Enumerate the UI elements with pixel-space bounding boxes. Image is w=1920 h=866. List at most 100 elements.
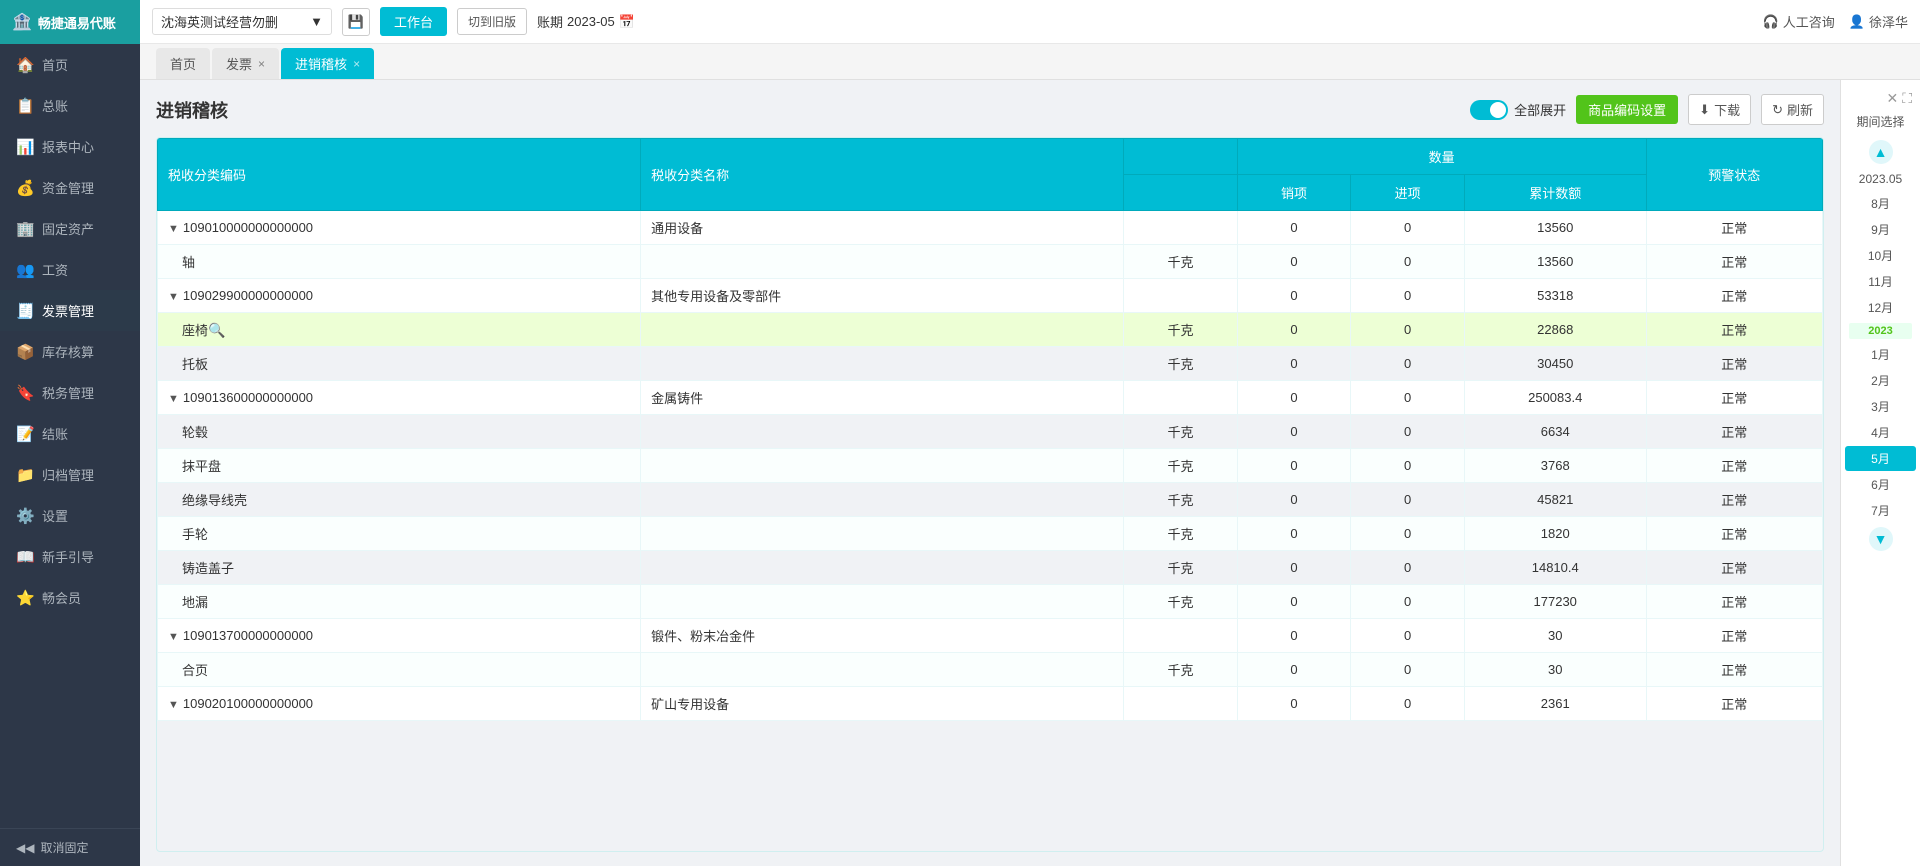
- row-jin: 0: [1351, 687, 1465, 721]
- row-unit: [1124, 279, 1238, 313]
- table-row[interactable]: ▼109020100000000000 矿山专用设备 0 0 2361 正常: [158, 687, 1823, 721]
- col-header-unit: [1124, 139, 1238, 175]
- expand-icon[interactable]: ▼: [168, 393, 179, 405]
- col-header-code: 税收分类编码: [158, 139, 641, 211]
- download-button[interactable]: ⬇ 下载: [1688, 94, 1751, 125]
- table-row[interactable]: 座椅🔍 千克 0 0 22868 正常: [158, 313, 1823, 347]
- close-icon[interactable]: ✕: [1886, 90, 1898, 107]
- table-row[interactable]: 手轮 千克 0 0 1820 正常: [158, 517, 1823, 551]
- period-item-12[interactable]: 12月: [1845, 295, 1916, 320]
- table-row[interactable]: 合页 千克 0 0 30 正常: [158, 653, 1823, 687]
- row-jin: 0: [1351, 381, 1465, 415]
- period-item-10[interactable]: 10月: [1845, 243, 1916, 268]
- chevron-down-btn[interactable]: ▼: [1869, 527, 1893, 551]
- product-code-button[interactable]: 商品编码设置: [1576, 95, 1678, 124]
- support-button[interactable]: 🎧 人工咨询: [1763, 12, 1835, 31]
- table-row[interactable]: 轮毂 千克 0 0 6634 正常: [158, 415, 1823, 449]
- row-unit: 千克: [1124, 347, 1238, 381]
- row-code: 绝缘导线壳: [158, 483, 641, 517]
- row-jin: 0: [1351, 551, 1465, 585]
- sidebar-item-wages[interactable]: 👥 工资: [0, 249, 140, 290]
- table-row[interactable]: 托板 千克 0 0 30450 正常: [158, 347, 1823, 381]
- save-button[interactable]: 💾: [342, 8, 370, 36]
- toggle-all[interactable]: 全部展开: [1470, 100, 1566, 120]
- row-total: 45821: [1464, 483, 1646, 517]
- sidebar-item-assets[interactable]: 🏢 固定资产: [0, 208, 140, 249]
- sidebar-item-funds[interactable]: 💰 资金管理: [0, 167, 140, 208]
- period-item-8[interactable]: 8月: [1845, 191, 1916, 216]
- col-header-status: 预警状态: [1646, 139, 1822, 211]
- tab-home[interactable]: 首页: [156, 48, 210, 79]
- sidebar-item-reports[interactable]: 📊 报表中心: [0, 126, 140, 167]
- row-jin: 0: [1351, 585, 1465, 619]
- row-xiao: 0: [1237, 279, 1351, 313]
- table-row[interactable]: ▼109013600000000000 金属铸件 0 0 250083.4 正常: [158, 381, 1823, 415]
- table-row[interactable]: ▼109013700000000000 锻件、粉末冶金件 0 0 30 正常: [158, 619, 1823, 653]
- tab-invoice-close[interactable]: ×: [258, 57, 265, 71]
- table-row[interactable]: 抹平盘 千克 0 0 3768 正常: [158, 449, 1823, 483]
- refresh-button[interactable]: ↻ 刷新: [1761, 94, 1824, 125]
- invoice-icon: 🧾: [16, 302, 34, 320]
- chevron-up-btn[interactable]: ▲: [1869, 140, 1893, 164]
- sidebar-item-checkout[interactable]: 📝 结账: [0, 413, 140, 454]
- row-code: ▼109013600000000000: [158, 381, 641, 415]
- row-total: 13560: [1464, 245, 1646, 279]
- company-selector[interactable]: 沈海英测试经营勿删 ▼: [152, 8, 332, 35]
- row-unit: 千克: [1124, 653, 1238, 687]
- row-status: 正常: [1646, 415, 1822, 449]
- sidebar-unpin[interactable]: ◀◀ 取消固定: [0, 828, 140, 866]
- period-item-5-active[interactable]: 5月: [1845, 446, 1916, 471]
- period-item-9[interactable]: 9月: [1845, 217, 1916, 242]
- table-row[interactable]: ▼109010000000000000 通用设备 0 0 13560 正常: [158, 211, 1823, 245]
- tax-icon: 🔖: [16, 384, 34, 402]
- period-item-7[interactable]: 7月: [1845, 498, 1916, 523]
- row-name: [641, 653, 1124, 687]
- sidebar-menu: 🏠 首页 📋 总账 📊 报表中心 💰 资金管理 🏢 固定资产 👥 工资 🧾 发票…: [0, 44, 140, 828]
- sidebar-item-archive[interactable]: 📁 归档管理: [0, 454, 140, 495]
- row-name: 通用设备: [641, 211, 1124, 245]
- sidebar-item-inventory[interactable]: 📦 库存核算: [0, 331, 140, 372]
- calendar-icon[interactable]: 📅: [619, 14, 635, 30]
- expand-icon[interactable]: ▼: [168, 699, 179, 711]
- period-item-11[interactable]: 11月: [1845, 269, 1916, 294]
- tab-reconcile-close[interactable]: ×: [353, 57, 360, 71]
- workbench-button[interactable]: 工作台: [380, 7, 447, 36]
- sidebar-item-tax[interactable]: 🔖 税务管理: [0, 372, 140, 413]
- table-row[interactable]: 地漏 千克 0 0 177230 正常: [158, 585, 1823, 619]
- row-xiao: 0: [1237, 619, 1351, 653]
- row-jin: 0: [1351, 279, 1465, 313]
- period-item-1[interactable]: 1月: [1845, 342, 1916, 367]
- period-item-4[interactable]: 4月: [1845, 420, 1916, 445]
- row-unit: [1124, 381, 1238, 415]
- period-item-3[interactable]: 3月: [1845, 394, 1916, 419]
- toggle-switch[interactable]: [1470, 100, 1508, 120]
- period-item-2[interactable]: 2月: [1845, 368, 1916, 393]
- sidebar-item-invoice[interactable]: 🧾 发票管理: [0, 290, 140, 331]
- sidebar-item-ledger[interactable]: 📋 总账: [0, 85, 140, 126]
- expand-icon[interactable]: ▼: [168, 223, 179, 235]
- user-name: 徐泽华: [1869, 12, 1908, 31]
- sidebar-item-member[interactable]: ⭐ 畅会员: [0, 577, 140, 618]
- table-row[interactable]: 轴 千克 0 0 13560 正常: [158, 245, 1823, 279]
- period-item-6[interactable]: 6月: [1845, 472, 1916, 497]
- tab-invoice[interactable]: 发票 ×: [212, 48, 279, 79]
- row-total: 3768: [1464, 449, 1646, 483]
- search-icon[interactable]: 🔍: [208, 322, 225, 338]
- table-row[interactable]: ▼109029900000000000 其他专用设备及零部件 0 0 53318…: [158, 279, 1823, 313]
- oldver-button[interactable]: 切到旧版: [457, 8, 527, 35]
- table-row[interactable]: 绝缘导线壳 千克 0 0 45821 正常: [158, 483, 1823, 517]
- expand-icon[interactable]: ⛶: [1902, 90, 1912, 107]
- tab-reconcile[interactable]: 进销稽核 ×: [281, 48, 374, 79]
- period-item-2023-05-top[interactable]: 2023.05: [1845, 168, 1916, 190]
- sidebar-item-guide[interactable]: 📖 新手引导: [0, 536, 140, 577]
- user-menu[interactable]: 👤 徐泽华: [1849, 12, 1908, 31]
- expand-icon[interactable]: ▼: [168, 291, 179, 303]
- sidebar-item-settings[interactable]: ⚙️ 设置: [0, 495, 140, 536]
- row-jin: 0: [1351, 619, 1465, 653]
- sidebar-item-home[interactable]: 🏠 首页: [0, 44, 140, 85]
- col-header-qty-group: 数量: [1237, 139, 1646, 175]
- table-row[interactable]: 铸造盖子 千克 0 0 14810.4 正常: [158, 551, 1823, 585]
- row-name: 矿山专用设备: [641, 687, 1124, 721]
- row-jin: 0: [1351, 211, 1465, 245]
- expand-icon[interactable]: ▼: [168, 631, 179, 643]
